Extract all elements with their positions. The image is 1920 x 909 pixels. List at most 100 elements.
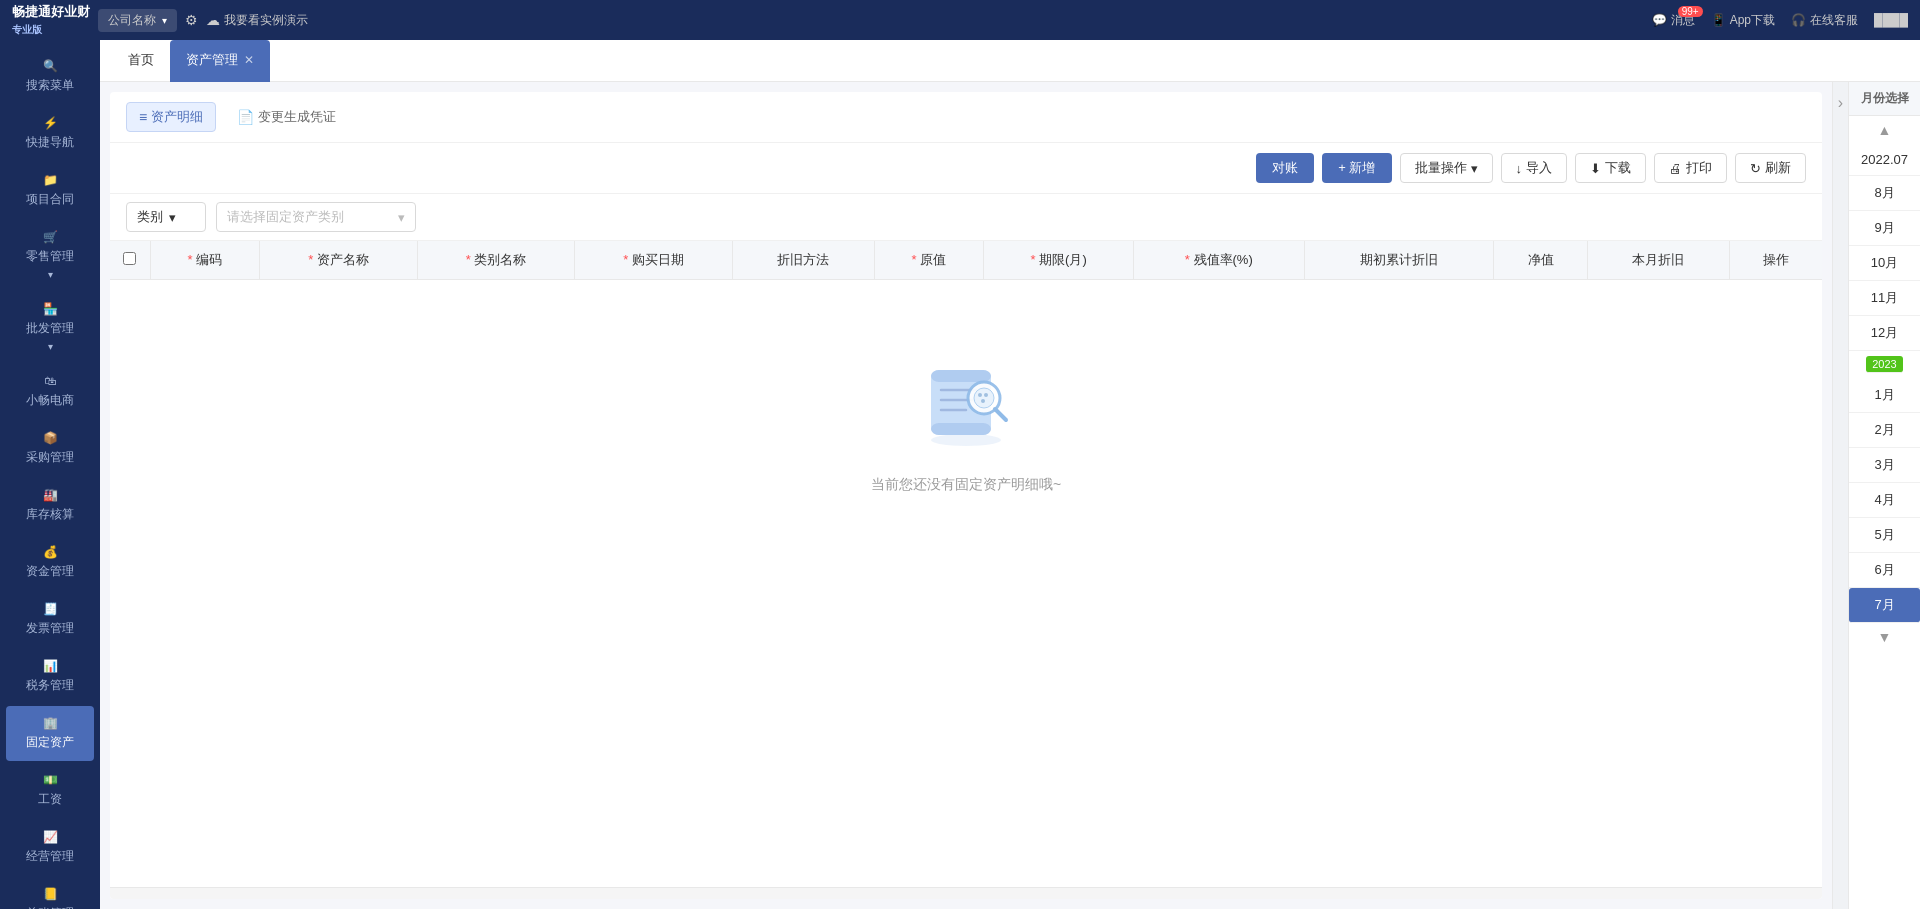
add-button[interactable]: + 新增 bbox=[1322, 153, 1391, 183]
import-button[interactable]: ↓ 导入 bbox=[1501, 153, 1568, 183]
doc-icon: 📄 bbox=[237, 109, 254, 125]
subtab-voucher[interactable]: 📄 变更生成凭证 bbox=[224, 102, 349, 132]
sidebar-item-invoice[interactable]: 🧾 发票管理 bbox=[6, 592, 94, 647]
demo-link[interactable]: ☁ 我要看实例演示 bbox=[206, 12, 308, 29]
select-all-checkbox[interactable] bbox=[110, 241, 150, 280]
message-button[interactable]: 💬 消息 99+ bbox=[1652, 12, 1695, 29]
empty-svg bbox=[906, 340, 1026, 460]
chevron-down-icon: ▾ bbox=[169, 210, 176, 225]
main-layout: 🔍 搜索菜单 ⚡ 快捷导航 📁 项目合同 🛒 零售管理 ▾ 🏪 批发管理 ▾ 🛍… bbox=[0, 40, 1920, 909]
category-type-select[interactable]: 类别 ▾ bbox=[126, 202, 206, 232]
sidebar-item-project[interactable]: 📁 项目合同 bbox=[6, 163, 94, 218]
operations-icon: 📈 bbox=[43, 830, 58, 844]
month-item-12[interactable]: 12月 bbox=[1849, 316, 1920, 351]
month-item-11[interactable]: 11月 bbox=[1849, 281, 1920, 316]
invoice-icon: 🧾 bbox=[43, 602, 58, 616]
tab-home[interactable]: 首页 bbox=[112, 40, 170, 82]
sidebar-item-finance[interactable]: 💰 资金管理 bbox=[6, 535, 94, 590]
sidebar-item-ledger[interactable]: 📒 总账管理 bbox=[6, 877, 94, 909]
month-item-1[interactable]: 1月 bbox=[1849, 378, 1920, 413]
month-item-2[interactable]: 2月 bbox=[1849, 413, 1920, 448]
sidebar-item-search[interactable]: 🔍 搜索菜单 bbox=[6, 49, 94, 104]
month-item-4[interactable]: 4月 bbox=[1849, 483, 1920, 518]
months-list: ▲ 2022.07 8月 9月 10月 bbox=[1849, 116, 1920, 909]
close-tab-icon[interactable]: ✕ bbox=[244, 53, 254, 67]
month-item-10[interactable]: 10月 bbox=[1849, 246, 1920, 281]
category-input[interactable]: 请选择固定资产类别 ▾ bbox=[216, 202, 416, 232]
print-button[interactable]: 🖨 打印 bbox=[1654, 153, 1727, 183]
checkbox-input[interactable] bbox=[123, 252, 136, 265]
project-icon: 📁 bbox=[43, 173, 58, 187]
sidebar-item-quicknav[interactable]: ⚡ 快捷导航 bbox=[6, 106, 94, 161]
main-content-panel: ≡ 资产明细 📄 变更生成凭证 对账 + 新增 bbox=[110, 92, 1822, 899]
col-category: 类别名称 bbox=[417, 241, 575, 280]
tab-assets[interactable]: 资产管理 ✕ bbox=[170, 40, 270, 82]
col-original-value: 原值 bbox=[874, 241, 984, 280]
refresh-button[interactable]: ↻ 刷新 bbox=[1735, 153, 1806, 183]
month-panel-wrapper: › 月份选择 ▲ 2022.07 8月 bbox=[1832, 82, 1920, 909]
chevron-down-icon: ▾ bbox=[162, 15, 167, 26]
sidebar-item-retail[interactable]: 🛒 零售管理 ▾ bbox=[6, 220, 94, 290]
month-item-7[interactable]: 7月 bbox=[1849, 588, 1920, 623]
salary-icon: 💵 bbox=[43, 773, 58, 787]
panel-collapse-button[interactable]: › bbox=[1832, 82, 1848, 909]
toolbar: 对账 + 新增 批量操作 ▾ ↓ 导入 bbox=[110, 143, 1822, 194]
empty-illustration bbox=[906, 340, 1026, 460]
company-selector[interactable]: 公司名称 ▾ bbox=[98, 9, 177, 32]
settings-icon[interactable]: ⚙ bbox=[185, 12, 198, 28]
svg-point-8 bbox=[974, 388, 994, 408]
col-purchase-date: 购买日期 bbox=[575, 241, 733, 280]
dropdown-arrow-icon: ▾ bbox=[398, 210, 405, 225]
sidebar-item-operations[interactable]: 📈 经营管理 bbox=[6, 820, 94, 875]
month-item-6[interactable]: 6月 bbox=[1849, 553, 1920, 588]
col-code: 编码 bbox=[150, 241, 260, 280]
sidebar-item-wholesale[interactable]: 🏪 批发管理 ▾ bbox=[6, 292, 94, 362]
svg-point-0 bbox=[931, 434, 1001, 446]
assets-table: 编码 资产名称 类别名称 购买日期 折旧方法 原值 期限(月) 残值率(%) 期… bbox=[110, 241, 1822, 887]
inventory-icon: 🏭 bbox=[43, 488, 58, 502]
month-item-8[interactable]: 8月 bbox=[1849, 176, 1920, 211]
svg-rect-3 bbox=[931, 423, 991, 435]
message-icon: 💬 bbox=[1652, 13, 1667, 27]
chevron-right-icon2: ▾ bbox=[48, 341, 53, 352]
month-item-5[interactable]: 5月 bbox=[1849, 518, 1920, 553]
batch-button[interactable]: 批量操作 ▾ bbox=[1400, 153, 1493, 183]
sidebar-item-inventory[interactable]: 🏭 库存核算 bbox=[6, 478, 94, 533]
sidebar-item-purchase[interactable]: 📦 采购管理 bbox=[6, 421, 94, 476]
content-area: 首页 资产管理 ✕ ≡ 资产明细 📄 变更生成凭证 bbox=[100, 40, 1920, 909]
month-nav-up-button[interactable]: ▲ bbox=[1875, 120, 1895, 140]
month-nav-down-button[interactable]: ▼ bbox=[1875, 627, 1895, 647]
subtab-detail[interactable]: ≡ 资产明细 bbox=[126, 102, 216, 132]
user-menu[interactable]: ████ bbox=[1874, 13, 1908, 27]
online-service-button[interactable]: 🎧 在线客服 bbox=[1791, 12, 1858, 29]
page-content: ≡ 资产明细 📄 变更生成凭证 对账 + 新增 bbox=[100, 82, 1920, 909]
sidebar-item-tax[interactable]: 📊 税务管理 bbox=[6, 649, 94, 704]
horizontal-scrollbar[interactable] bbox=[110, 887, 1822, 899]
col-period: 期限(月) bbox=[984, 241, 1134, 280]
sidebar-item-fixed[interactable]: 🏢 固定资产 bbox=[6, 706, 94, 761]
message-badge: 99+ bbox=[1678, 6, 1703, 17]
download-button[interactable]: ⬇ 下载 bbox=[1575, 153, 1646, 183]
month-item-3[interactable]: 3月 bbox=[1849, 448, 1920, 483]
mobile-icon: 📱 bbox=[1711, 13, 1726, 27]
col-operation: 操作 bbox=[1729, 241, 1822, 280]
month-panel: 月份选择 ▲ 2022.07 8月 bbox=[1848, 82, 1920, 909]
svg-line-9 bbox=[995, 409, 1006, 420]
app-download-button[interactable]: 📱 App下载 bbox=[1711, 12, 1775, 29]
retail-icon: 🛒 bbox=[43, 230, 58, 244]
search-icon: 🔍 bbox=[43, 59, 58, 73]
table-header-row: 编码 资产名称 类别名称 购买日期 折旧方法 原值 期限(月) 残值率(%) 期… bbox=[110, 241, 1822, 280]
purchase-icon: 📦 bbox=[43, 431, 58, 445]
sidebar-item-ecommerce[interactable]: 🛍 小畅电商 bbox=[6, 364, 94, 419]
tab-bar: 首页 资产管理 ✕ bbox=[100, 40, 1920, 82]
assets-table-element: 编码 资产名称 类别名称 购买日期 折旧方法 原值 期限(月) 残值率(%) 期… bbox=[110, 241, 1822, 280]
sidebar-item-salary[interactable]: 💵 工资 bbox=[6, 763, 94, 818]
year-badge-row: 2023 bbox=[1849, 351, 1920, 378]
app-logo: 畅捷通好业财 专业版 bbox=[12, 3, 90, 37]
ecommerce-icon: 🛍 bbox=[44, 374, 56, 388]
svg-rect-2 bbox=[931, 370, 991, 382]
month-item-9[interactable]: 9月 bbox=[1849, 211, 1920, 246]
month-item-current[interactable]: 2022.07 bbox=[1849, 144, 1920, 176]
print-icon: 🖨 bbox=[1669, 161, 1682, 176]
reconcile-button[interactable]: 对账 bbox=[1256, 153, 1314, 183]
